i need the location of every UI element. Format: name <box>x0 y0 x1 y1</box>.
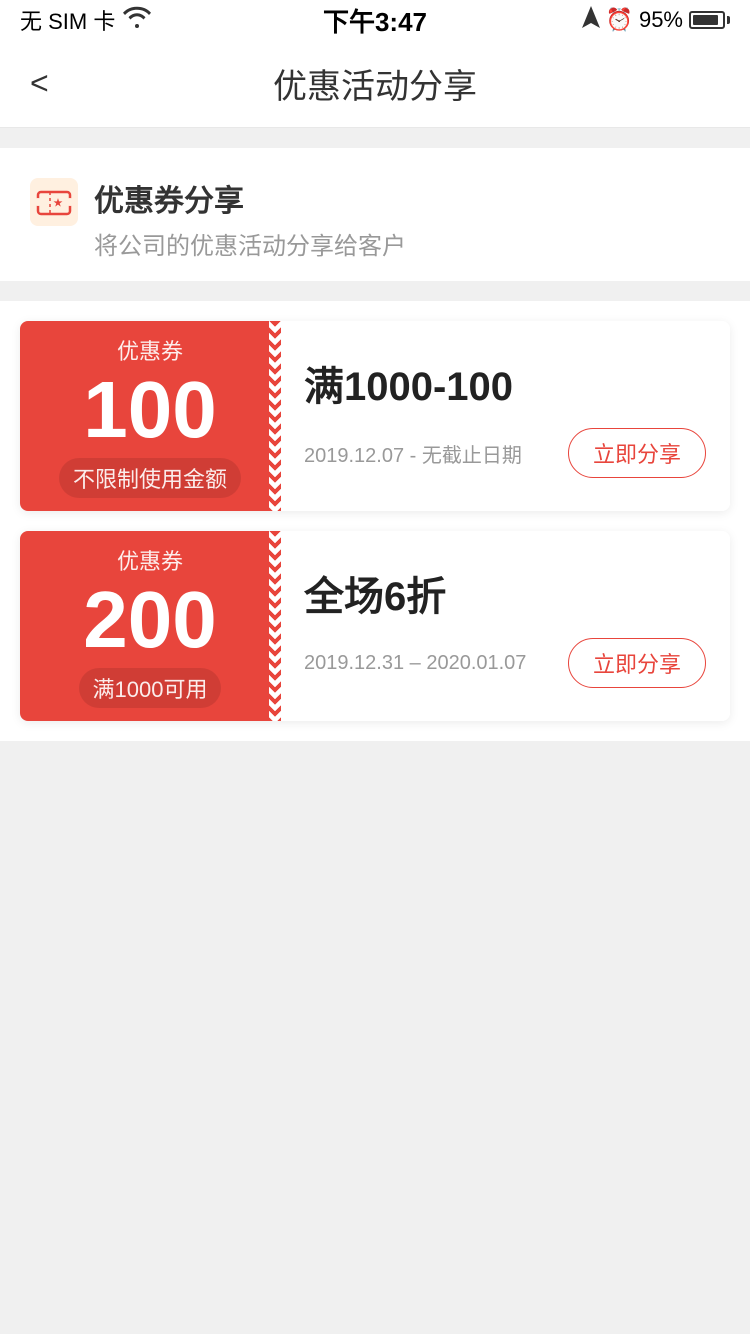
coupon-right-1: 满1000-100 2019.12.07 - 无截止日期 立即分享 <box>280 321 730 511</box>
coupon-list: 优惠券 100 不限制使用金额 满1000-100 2019.12.07 - 无… <box>0 301 750 741</box>
section-header: ★ 优惠券分享 将公司的优惠活动分享给客户 <box>0 148 750 281</box>
coupon-left-1: 优惠券 100 不限制使用金额 <box>20 321 280 511</box>
coupon-date-2: 2019.12.31 – 2020.01.07 <box>304 652 526 675</box>
coupon-label-1: 优惠券 <box>117 334 183 366</box>
section-text: 优惠券分享 将公司的优惠活动分享给客户 <box>94 176 406 261</box>
page-title: 优惠活动分享 <box>273 59 477 108</box>
alarm-icon: ⏰ <box>606 7 633 33</box>
coupon-value-1: 100 <box>83 370 216 450</box>
share-button-2[interactable]: 立即分享 <box>568 638 706 688</box>
status-left: 无 SIM 卡 <box>20 4 151 36</box>
section-desc: 将公司的优惠活动分享给客户 <box>94 226 406 261</box>
carrier-text: 无 SIM 卡 <box>20 4 115 36</box>
status-bar: 无 SIM 卡 下午3:47 ⏰ 95% <box>0 0 750 40</box>
svg-text:★: ★ <box>54 198 63 209</box>
coupon-card-2: 优惠券 200 满1000可用 全场6折 2019.12.31 – 2020.0… <box>20 531 730 721</box>
coupon-label-2: 优惠券 <box>117 544 183 576</box>
status-time: 下午3:47 <box>323 2 427 39</box>
empty-area <box>0 741 750 1281</box>
section-coupon-icon: ★ <box>30 178 78 226</box>
coupon-date-1: 2019.12.07 - 无截止日期 <box>304 439 522 468</box>
coupon-name-2: 全场6折 <box>304 564 706 622</box>
wifi-icon <box>123 6 151 34</box>
coupon-meta-1: 2019.12.07 - 无截止日期 立即分享 <box>304 428 706 478</box>
coupon-card-1: 优惠券 100 不限制使用金额 满1000-100 2019.12.07 - 无… <box>20 321 730 511</box>
location-icon <box>582 6 600 34</box>
section-title: 优惠券分享 <box>94 176 406 220</box>
coupon-condition-1: 不限制使用金额 <box>59 458 241 498</box>
coupon-left-2: 优惠券 200 满1000可用 <box>20 531 280 721</box>
coupon-value-2: 200 <box>83 580 216 660</box>
share-button-1[interactable]: 立即分享 <box>568 428 706 478</box>
coupon-right-2: 全场6折 2019.12.31 – 2020.01.07 立即分享 <box>280 531 730 721</box>
nav-bar: < 优惠活动分享 <box>0 40 750 128</box>
status-right: ⏰ 95% <box>582 6 730 34</box>
battery-icon <box>689 11 730 29</box>
coupon-name-1: 满1000-100 <box>304 354 706 412</box>
back-button[interactable]: < <box>30 65 49 102</box>
coupon-meta-2: 2019.12.31 – 2020.01.07 立即分享 <box>304 638 706 688</box>
battery-percent: 95% <box>639 7 683 33</box>
coupon-condition-2: 满1000可用 <box>79 668 222 708</box>
